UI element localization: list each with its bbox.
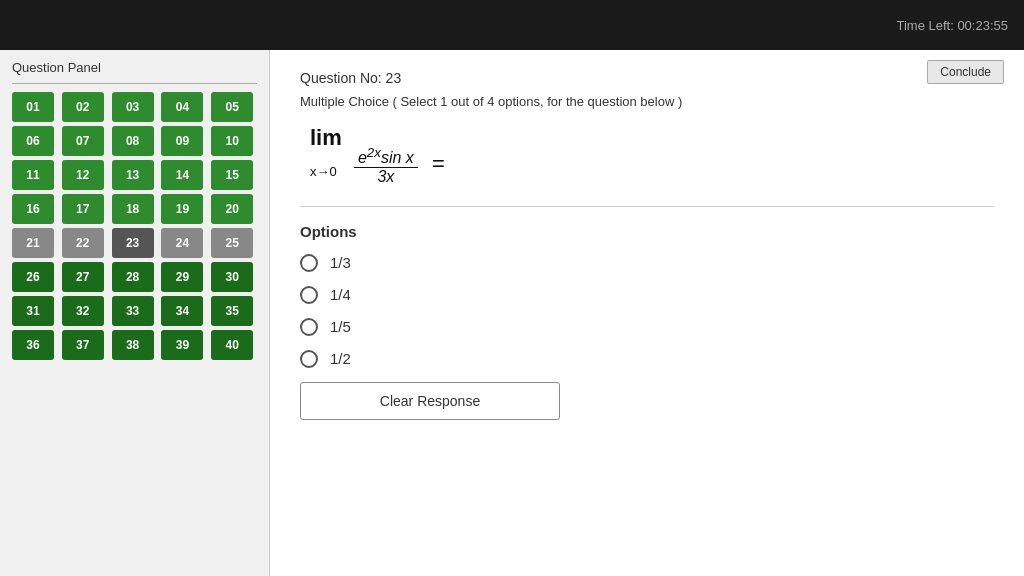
question-cell-30[interactable]: 30 (211, 262, 253, 292)
timer-label: Time Left: 00:23:55 (896, 18, 1008, 33)
question-cell-26[interactable]: 26 (12, 262, 54, 292)
question-cell-19[interactable]: 19 (161, 194, 203, 224)
options-container: 1/3 1/4 1/5 1/2 (300, 254, 994, 368)
question-cell-18[interactable]: 18 (112, 194, 154, 224)
question-cell-29[interactable]: 29 (161, 262, 203, 292)
sidebar-title: Question Panel (12, 60, 257, 75)
option-row-opt3[interactable]: 1/5 (300, 318, 994, 336)
main-panel: Question No: 23 Multiple Choice ( Select… (270, 50, 1024, 576)
denominator: 3x (354, 168, 418, 186)
limit-subscript: x→0 (310, 164, 337, 179)
question-cell-02[interactable]: 02 (62, 92, 104, 122)
options-title: Options (300, 223, 994, 240)
question-cell-14[interactable]: 14 (161, 160, 203, 190)
question-cell-06[interactable]: 06 (12, 126, 54, 156)
sidebar: Question Panel 01 02 0304 05 06 07 0809 10 11 12 1… (0, 50, 270, 576)
radio-opt4 (300, 350, 318, 368)
question-cell-11[interactable]: 11 (12, 160, 54, 190)
question-cell-31[interactable]: 31 (12, 296, 54, 326)
header-row: Question No: 23 (300, 70, 994, 86)
question-cell-09[interactable]: 09 (161, 126, 203, 156)
numerator: e2xsin x (354, 145, 418, 168)
question-cell-13[interactable]: 13 (112, 160, 154, 190)
radio-opt3 (300, 318, 318, 336)
math-formula: lim x→0 e2xsin x 3x = (310, 125, 994, 186)
question-cell-15[interactable]: 15 (211, 160, 253, 190)
lim-word: lim (310, 125, 342, 150)
sidebar-divider (12, 83, 257, 84)
question-cell-01[interactable]: 01 (12, 92, 54, 122)
question-cell-20[interactable]: 20 (211, 194, 253, 224)
question-cell-04[interactable]: 04 (161, 92, 203, 122)
question-cell-28[interactable]: 28 (112, 262, 154, 292)
formula-fraction: e2xsin x 3x (354, 145, 418, 186)
question-number: Question No: 23 (300, 70, 401, 86)
question-cell-34[interactable]: 34 (161, 296, 203, 326)
question-cell-12[interactable]: 12 (62, 160, 104, 190)
question-cell-37[interactable]: 37 (62, 330, 104, 360)
option-label-opt3: 1/5 (330, 318, 351, 335)
option-row-opt2[interactable]: 1/4 (300, 286, 994, 304)
question-cell-17[interactable]: 17 (62, 194, 104, 224)
option-row-opt1[interactable]: 1/3 (300, 254, 994, 272)
option-row-opt4[interactable]: 1/2 (300, 350, 994, 368)
question-cell-16[interactable]: 16 (12, 194, 54, 224)
question-cell-03[interactable]: 03 (112, 92, 154, 122)
main-content: Question Panel 01 02 0304 05 06 07 0809 10 11 12 1… (0, 50, 1024, 576)
option-label-opt4: 1/2 (330, 350, 351, 367)
question-cell-23[interactable]: 23 (112, 228, 154, 258)
question-cell-10[interactable]: 10 (211, 126, 253, 156)
radio-opt1 (300, 254, 318, 272)
question-cell-05[interactable]: 05 (211, 92, 253, 122)
question-cell-08[interactable]: 08 (112, 126, 154, 156)
option-label-opt1: 1/3 (330, 254, 351, 271)
question-cell-24[interactable]: 24 (161, 228, 203, 258)
conclude-button[interactable]: Conclude (927, 60, 1004, 84)
limit-part: lim x→0 (310, 125, 342, 179)
top-bar: Time Left: 00:23:55 (0, 0, 1024, 50)
radio-opt2 (300, 286, 318, 304)
clear-response-button[interactable]: Clear Response (300, 382, 560, 420)
question-cell-36[interactable]: 36 (12, 330, 54, 360)
question-cell-07[interactable]: 07 (62, 126, 104, 156)
instruction-text: Multiple Choice ( Select 1 out of 4 opti… (300, 94, 994, 109)
question-cell-33[interactable]: 33 (112, 296, 154, 326)
option-label-opt2: 1/4 (330, 286, 351, 303)
question-cell-40[interactable]: 40 (211, 330, 253, 360)
question-cell-39[interactable]: 39 (161, 330, 203, 360)
question-cell-25[interactable]: 25 (211, 228, 253, 258)
question-cell-22[interactable]: 22 (62, 228, 104, 258)
question-cell-21[interactable]: 21 (12, 228, 54, 258)
question-grid: 01 02 0304 05 06 07 0809 10 11 12 1314 15 16 17 1819 20… (12, 92, 257, 360)
equals-sign: = (432, 151, 445, 176)
question-cell-27[interactable]: 27 (62, 262, 104, 292)
question-cell-32[interactable]: 32 (62, 296, 104, 326)
question-cell-35[interactable]: 35 (211, 296, 253, 326)
question-cell-38[interactable]: 38 (112, 330, 154, 360)
divider-line (300, 206, 994, 207)
